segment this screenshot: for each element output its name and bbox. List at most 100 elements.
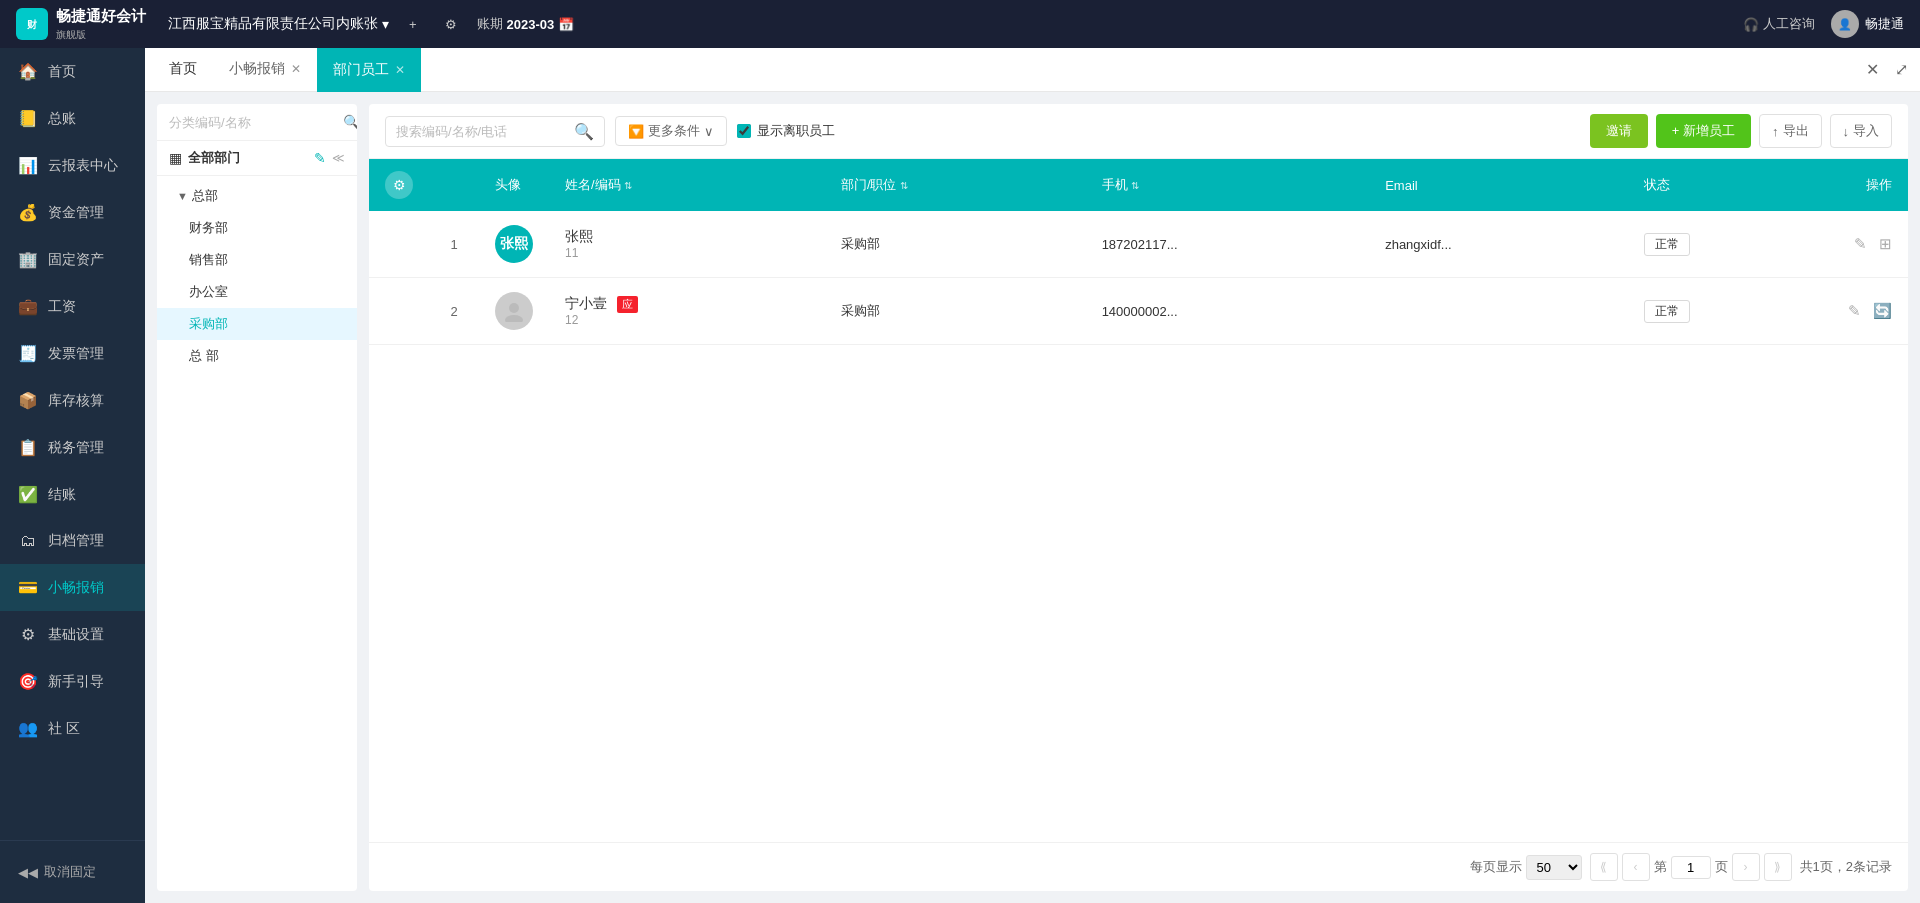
tab-dept-close[interactable]: ✕ [395,63,405,77]
dept-edit-icon[interactable]: ✎ [314,150,326,166]
sidebar-item-expense[interactable]: 💳 小畅报销 [0,564,145,611]
import-button[interactable]: ↓ 导入 [1830,114,1893,148]
tab-expense[interactable]: 小畅报销 ✕ [213,48,317,92]
dept-node-caiwu[interactable]: 财务部 [157,212,357,244]
cancel-fixed-label: 取消固定 [44,863,96,881]
sidebar-item-assets-mgmt[interactable]: 💰 资金管理 [0,189,145,236]
sidebar-item-reports[interactable]: 📊 云报表中心 [0,142,145,189]
sidebar-item-payroll[interactable]: 💼 工资 [0,283,145,330]
th-dept-pos[interactable]: 部门/职位 ⇅ [825,159,1086,211]
show-resigned-checkbox[interactable] [737,124,751,138]
company-name[interactable]: 江西服宝精品有限责任公司内账张 ▾ [168,15,389,33]
page-number-input[interactable] [1671,856,1711,879]
app-edition: 旗舰版 [56,28,146,42]
delete-icon-2[interactable]: 🔄 [1873,302,1892,320]
row-num-2: 2 [429,278,479,345]
avatar-ningxiaoyi [495,292,533,330]
page-content: 🔍 ▦ 全部部门 ✎ ≪ ▼ 总部 财务部 [145,92,1920,903]
dept-node-zongbu[interactable]: ▼ 总部 [157,180,357,212]
tab-dept-employee[interactable]: 部门员工 ✕ [317,48,421,92]
last-page-button[interactable]: ⟫ [1764,853,1792,881]
dept-panel: 🔍 ▦ 全部部门 ✎ ≪ ▼ 总部 财务部 [157,104,357,891]
table-row: 2 宁小壹 应 [369,278,1908,345]
edit-icon-1[interactable]: ✎ [1854,235,1867,253]
sidebar-item-settings[interactable]: ⚙ 基础设置 [0,611,145,658]
row-email-2 [1369,278,1628,345]
logout-icon-1[interactable]: ⊞ [1879,235,1892,253]
per-page-dropdown[interactable]: 50 10 20 100 [1526,855,1582,880]
expense-icon: 💳 [18,578,38,597]
dept-search-input[interactable] [169,115,337,130]
next-page-button[interactable]: › [1732,853,1760,881]
sidebar-item-ledger[interactable]: 📒 总账 [0,95,145,142]
sidebar-label-inventory: 库存核算 [48,392,104,410]
accounting-period: 账期 2023-03 📅 [477,15,575,33]
sidebar-item-settlement[interactable]: ✅ 结账 [0,471,145,518]
settings-button[interactable]: ⚙ [437,13,465,36]
service-button[interactable]: 🎧 人工咨询 [1743,15,1815,33]
row-checkbox-cell [369,211,429,278]
employee-panel: 🔍 🔽 更多条件 ∨ 显示离职员工 邀请 + 新增员工 [369,104,1908,891]
tab-expense-close[interactable]: ✕ [291,62,301,76]
user-info[interactable]: 👤 畅捷通 [1831,10,1904,38]
total-records: 共1页，2条记录 [1800,858,1892,876]
sidebar-label-home: 首页 [48,63,76,81]
sidebar-item-archive[interactable]: 🗂 归档管理 [0,518,145,564]
add-employee-button[interactable]: + 新增员工 [1656,114,1751,148]
sidebar-item-partners[interactable]: 👥 社 区 [0,705,145,752]
partners-icon: 👥 [18,719,38,738]
sidebar-item-tax[interactable]: 📋 税务管理 [0,424,145,471]
row-actions-1: ✎ ⊞ [1788,211,1908,278]
tab-home-label: 首页 [169,60,197,78]
first-page-button[interactable]: ⟪ [1590,853,1618,881]
prev-page-button[interactable]: ‹ [1622,853,1650,881]
cancel-fixed-button[interactable]: ◀◀ 取消固定 [0,853,145,891]
import-icon: ↓ [1843,124,1850,139]
dept-node-caigou[interactable]: 采购部 [157,308,357,340]
search-icon[interactable]: 🔍 [574,122,594,141]
add-company-button[interactable]: + [401,13,425,36]
table-settings-icon[interactable]: ⚙ [385,171,413,199]
show-resigned-label[interactable]: 显示离职员工 [737,122,835,140]
dept-search-icon[interactable]: 🔍 [343,114,357,130]
employee-search-box: 🔍 [385,116,605,147]
calendar-icon[interactable]: 📅 [558,17,574,32]
employee-search-input[interactable] [396,124,568,139]
tab-close-all-button[interactable]: ✕ [1862,56,1883,83]
tab-dept-label: 部门员工 [333,61,389,79]
ledger-icon: 📒 [18,109,38,128]
more-filter-button[interactable]: 🔽 更多条件 ∨ [615,116,727,146]
dept-tree: ▼ 总部 财务部 销售部 办公室 采购部 [157,176,357,891]
period-value[interactable]: 2023-03 [507,17,555,32]
export-button[interactable]: ↑ 导出 [1759,114,1822,148]
row-phone-1: 187202117... [1086,211,1370,278]
sidebar-item-fixed-assets[interactable]: 🏢 固定资产 [0,236,145,283]
tab-home[interactable]: 首页 [153,48,213,92]
tab-maximize-button[interactable]: ⤢ [1891,56,1912,83]
dept-node-zongbu2[interactable]: 总 部 [157,340,357,372]
edit-icon-2[interactable]: ✎ [1848,302,1861,320]
emp-tag-2: 应 [617,296,638,313]
dept-label: 办公室 [189,283,228,301]
status-badge-1: 正常 [1644,233,1690,256]
th-name-code[interactable]: 姓名/编码 ⇅ [549,159,825,211]
th-status: 状态 [1628,159,1788,211]
all-depts-label[interactable]: 全部部门 [188,149,308,167]
invite-button[interactable]: 邀请 [1590,114,1648,148]
sidebar-item-guide[interactable]: 🎯 新手引导 [0,658,145,705]
dept-label: 总部 [192,187,218,205]
sidebar-label-fixed-assets: 固定资产 [48,251,104,269]
dept-node-xiaoshou[interactable]: 销售部 [157,244,357,276]
sidebar-item-inventory[interactable]: 📦 库存核算 [0,377,145,424]
dept-node-bangongshi[interactable]: 办公室 [157,276,357,308]
pagination: 每页显示 50 10 20 100 ⟪ ‹ 第 页 [369,842,1908,891]
th-phone[interactable]: 手机 ⇅ [1086,159,1370,211]
dept-header: ▦ 全部部门 ✎ ≪ [157,141,357,176]
sidebar-item-invoice[interactable]: 🧾 发票管理 [0,330,145,377]
filter-icon: 🔽 [628,124,644,139]
dept-collapse-icon[interactable]: ≪ [332,151,345,165]
inventory-icon: 📦 [18,391,38,410]
filter-label: 更多条件 [648,122,700,140]
expand-icon: ▼ [177,190,188,202]
sidebar-item-home[interactable]: 🏠 首页 [0,48,145,95]
